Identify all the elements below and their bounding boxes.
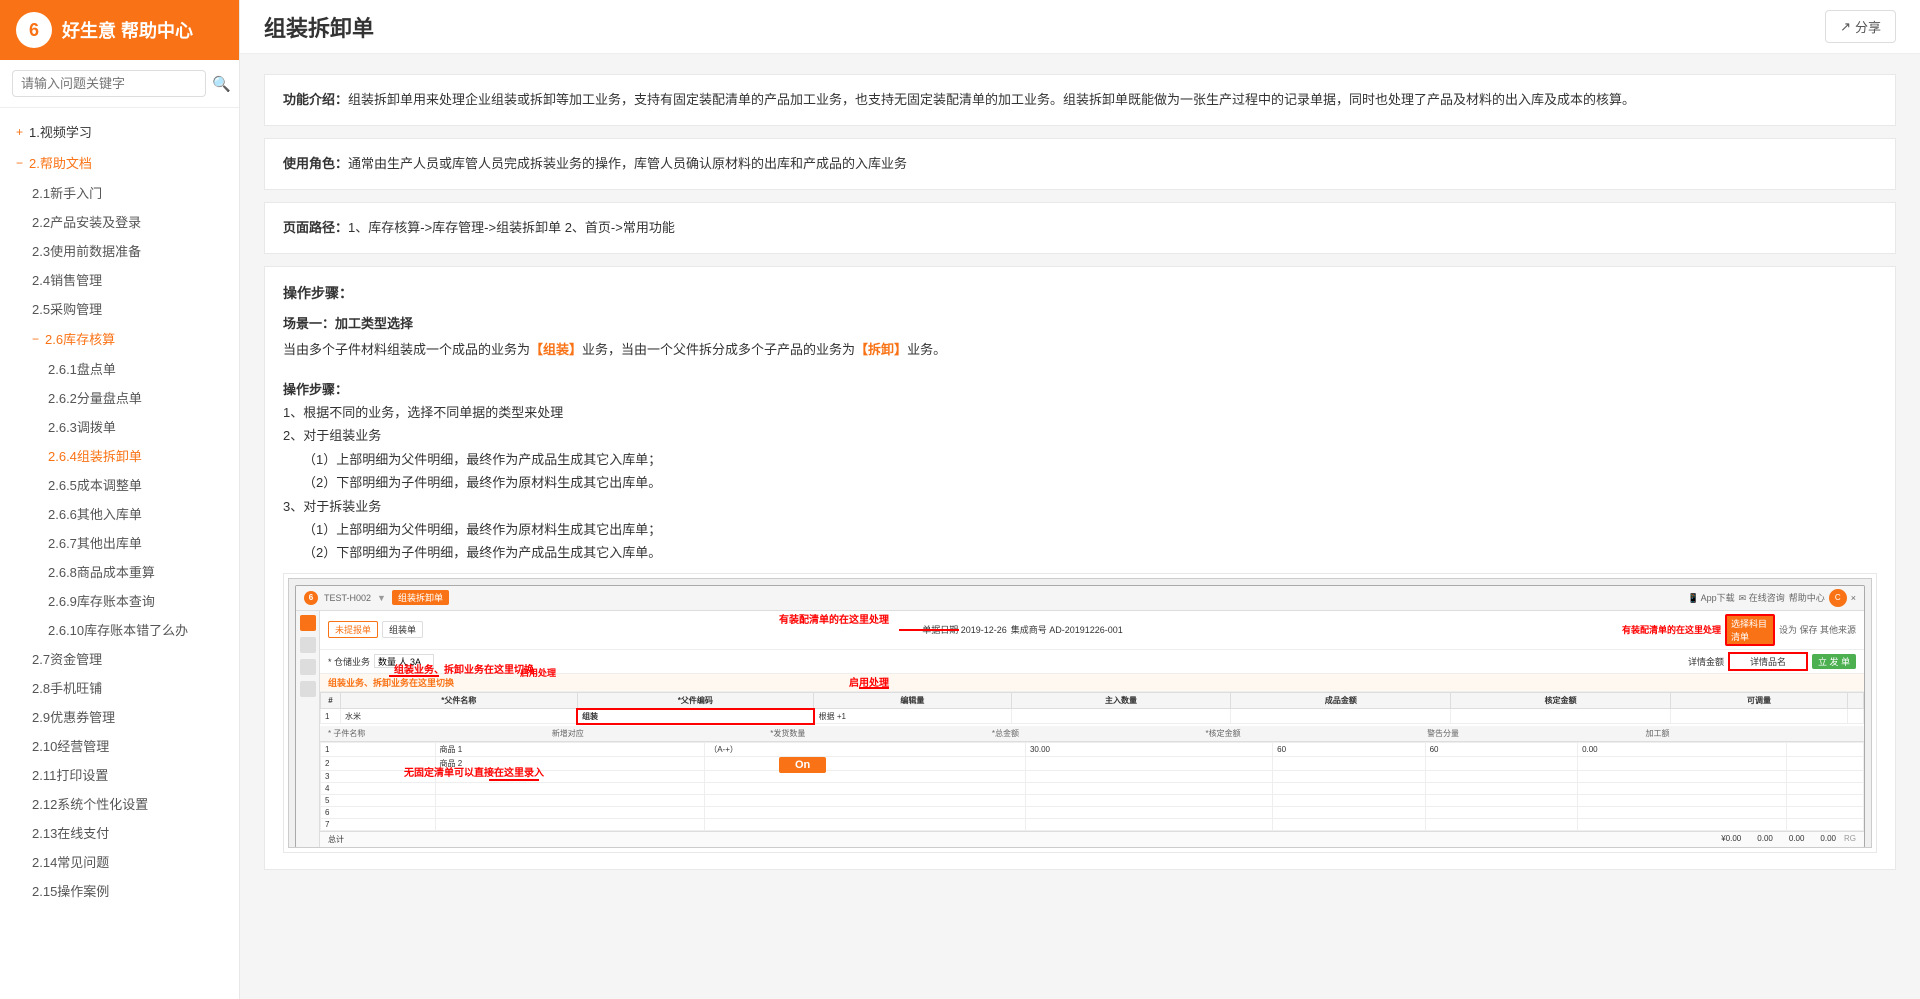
sidebar-item-stock-check[interactable]: 2.6.9库存账本查询	[0, 586, 239, 615]
sidebar-item-check[interactable]: 2.6.1盘点单	[0, 354, 239, 383]
sidebar-item-assemble[interactable]: 2.6.4组装拆卸单	[0, 441, 239, 470]
page-title: 组装拆卸单	[264, 11, 374, 43]
arrow-no-bom	[489, 779, 539, 781]
arrow-switch	[389, 675, 439, 677]
sidebar-item-cases[interactable]: 2.15操作案例	[0, 876, 239, 905]
sidebar-item-label: 2.6库存核算	[45, 329, 115, 348]
sidebar-item-data[interactable]: 2.3使用前数据准备	[0, 236, 239, 265]
scenario1-heading: 场景一：加工类型选择	[283, 313, 1877, 332]
sidebar-item-ops[interactable]: 2.10经营管理	[0, 731, 239, 760]
sidebar-item-mobile[interactable]: 2.8手机旺铺	[0, 673, 239, 702]
content-area: 功能介绍：组装拆卸单用来处理企业组装或拆卸等加工业务，支持有固定装配清单的产品加…	[240, 54, 1920, 999]
sidebar-item-cost-recalc[interactable]: 2.6.8商品成本重算	[0, 557, 239, 586]
sidebar-item-inventory[interactable]: − 2.6库存核算	[0, 323, 239, 354]
intro-block: 功能介绍：组装拆卸单用来处理企业组装或拆卸等加工业务，支持有固定装配清单的产品加…	[264, 74, 1896, 126]
sidebar-item-new[interactable]: 2.1新手入门	[0, 178, 239, 207]
path-block: 页面路径：1、库存核算->库存管理->组装拆卸单 2、首页->常用功能	[264, 202, 1896, 254]
sidebar: 6 好生意 帮助中心 🔍 + 1.视频学习 − 2.帮助文档 2.1新手入门 2…	[0, 0, 240, 999]
role-title: 使用角色：	[283, 156, 348, 171]
steps-block: 操作步骤： 场景一：加工类型选择 当由多个子件材料组装成一个成品的业务为【组装】…	[264, 266, 1896, 870]
search-bar: 🔍	[0, 60, 239, 108]
collapse-icon: −	[16, 156, 23, 170]
sidebar-item-split-check[interactable]: 2.6.2分量盘点单	[0, 383, 239, 412]
step2: 2、对于组装业务	[283, 424, 1877, 447]
sidebar-item-cost-adj[interactable]: 2.6.5成本调整单	[0, 470, 239, 499]
step3-2: （2）下部明细为子件明细，最终作为产成品生成其它入库单。	[283, 541, 1877, 564]
sidebar-item-install[interactable]: 2.2产品安装及登录	[0, 207, 239, 236]
sidebar-item-fund[interactable]: 2.7资金管理	[0, 644, 239, 673]
sidebar-item-account-err[interactable]: 2.6.10库存账本错了么办	[0, 615, 239, 644]
sidebar-item-online-pay[interactable]: 2.13在线支付	[0, 818, 239, 847]
annotation-no-bom: 无固定清单可以直接在这里录入	[404, 764, 544, 779]
intro-title: 功能介绍：	[283, 92, 348, 107]
path-title: 页面路径：	[283, 220, 348, 235]
search-input[interactable]	[12, 70, 206, 97]
nav-tree: + 1.视频学习 − 2.帮助文档 2.1新手入门 2.2产品安装及登录 2.3…	[0, 108, 239, 999]
sidebar-item-label: 2.帮助文档	[29, 153, 92, 172]
annotation-assemble-switch: 组装业务、拆卸业务在这里切换	[394, 661, 534, 676]
sidebar-item-sales[interactable]: 2.4销售管理	[0, 265, 239, 294]
steps-heading: 操作步骤：	[283, 283, 1877, 303]
logo-text: 好生意 帮助中心	[62, 17, 193, 43]
annotation-has-bom: 有装配清单的在这里处理	[779, 611, 889, 626]
role-block: 使用角色：通常由生产人员或库管人员完成拆装业务的操作，库管人员确认原材料的出库和…	[264, 138, 1896, 190]
sidebar-item-adjust[interactable]: 2.6.3调拨单	[0, 412, 239, 441]
expand-icon: +	[16, 125, 23, 139]
screenshot-image: 6 TEST-H002 ▼ 组装拆卸单 📱 App下载✉ 在线咨询帮助中心 C …	[288, 578, 1872, 848]
share-button[interactable]: ↗ 分享	[1825, 10, 1896, 43]
collapse-icon: −	[32, 332, 39, 346]
sub-steps-heading: 操作步骤：	[283, 378, 1877, 401]
sidebar-item-coupon[interactable]: 2.9优惠券管理	[0, 702, 239, 731]
sidebar-item-label: 1.视频学习	[29, 122, 92, 141]
arrow-bom	[899, 629, 959, 631]
sidebar-item-purchase[interactable]: 2.5采购管理	[0, 294, 239, 323]
sidebar-item-print[interactable]: 2.11打印设置	[0, 760, 239, 789]
sidebar-item-custom[interactable]: 2.12系统个性化设置	[0, 789, 239, 818]
topbar: 组装拆卸单 ↗ 分享	[240, 0, 1920, 54]
sidebar-item-docs[interactable]: − 2.帮助文档	[0, 147, 239, 178]
logo-bar: 6 好生意 帮助中心	[0, 0, 239, 60]
on-label: On	[779, 757, 826, 773]
search-icon[interactable]: 🔍	[212, 75, 231, 93]
step3-1: （1）上部明细为父件明细，最终作为原材料生成其它出库单；	[283, 518, 1877, 541]
step3: 3、对于拆装业务	[283, 495, 1877, 518]
sidebar-item-video[interactable]: + 1.视频学习	[0, 116, 239, 147]
screenshot-container: 6 TEST-H002 ▼ 组装拆卸单 📱 App下载✉ 在线咨询帮助中心 C …	[283, 573, 1877, 853]
step1: 1、根据不同的业务，选择不同单据的类型来处理	[283, 401, 1877, 424]
main-panel: 组装拆卸单 ↗ 分享 功能介绍：组装拆卸单用来处理企业组装或拆卸等加工业务，支持…	[240, 0, 1920, 999]
logo-icon: 6	[16, 12, 52, 48]
step2-1: （1）上部明细为父件明细，最终作为产成品生成其它入库单；	[283, 448, 1877, 471]
scenario1-desc: 当由多个子件材料组装成一个成品的业务为【组装】业务，当由一个父件拆分成多个子产品…	[283, 338, 1877, 361]
step2-2: （2）下部明细为子件明细，最终作为原材料生成其它出库单。	[283, 471, 1877, 494]
role-text: 通常由生产人员或库管人员完成拆装业务的操作，库管人员确认原材料的出库和产成品的入…	[348, 156, 907, 171]
sidebar-item-out-other[interactable]: 2.6.7其他出库单	[0, 528, 239, 557]
sidebar-item-in-other[interactable]: 2.6.6其他入库单	[0, 499, 239, 528]
sidebar-item-faq[interactable]: 2.14常见问题	[0, 847, 239, 876]
share-icon: ↗	[1840, 19, 1851, 35]
path-text: 1、库存核算->库存管理->组装拆卸单 2、首页->常用功能	[348, 220, 675, 235]
arrow-enable	[859, 687, 889, 689]
intro-text: 组装拆卸单用来处理企业组装或拆卸等加工业务，支持有固定装配清单的产品加工业务，也…	[348, 92, 1635, 107]
